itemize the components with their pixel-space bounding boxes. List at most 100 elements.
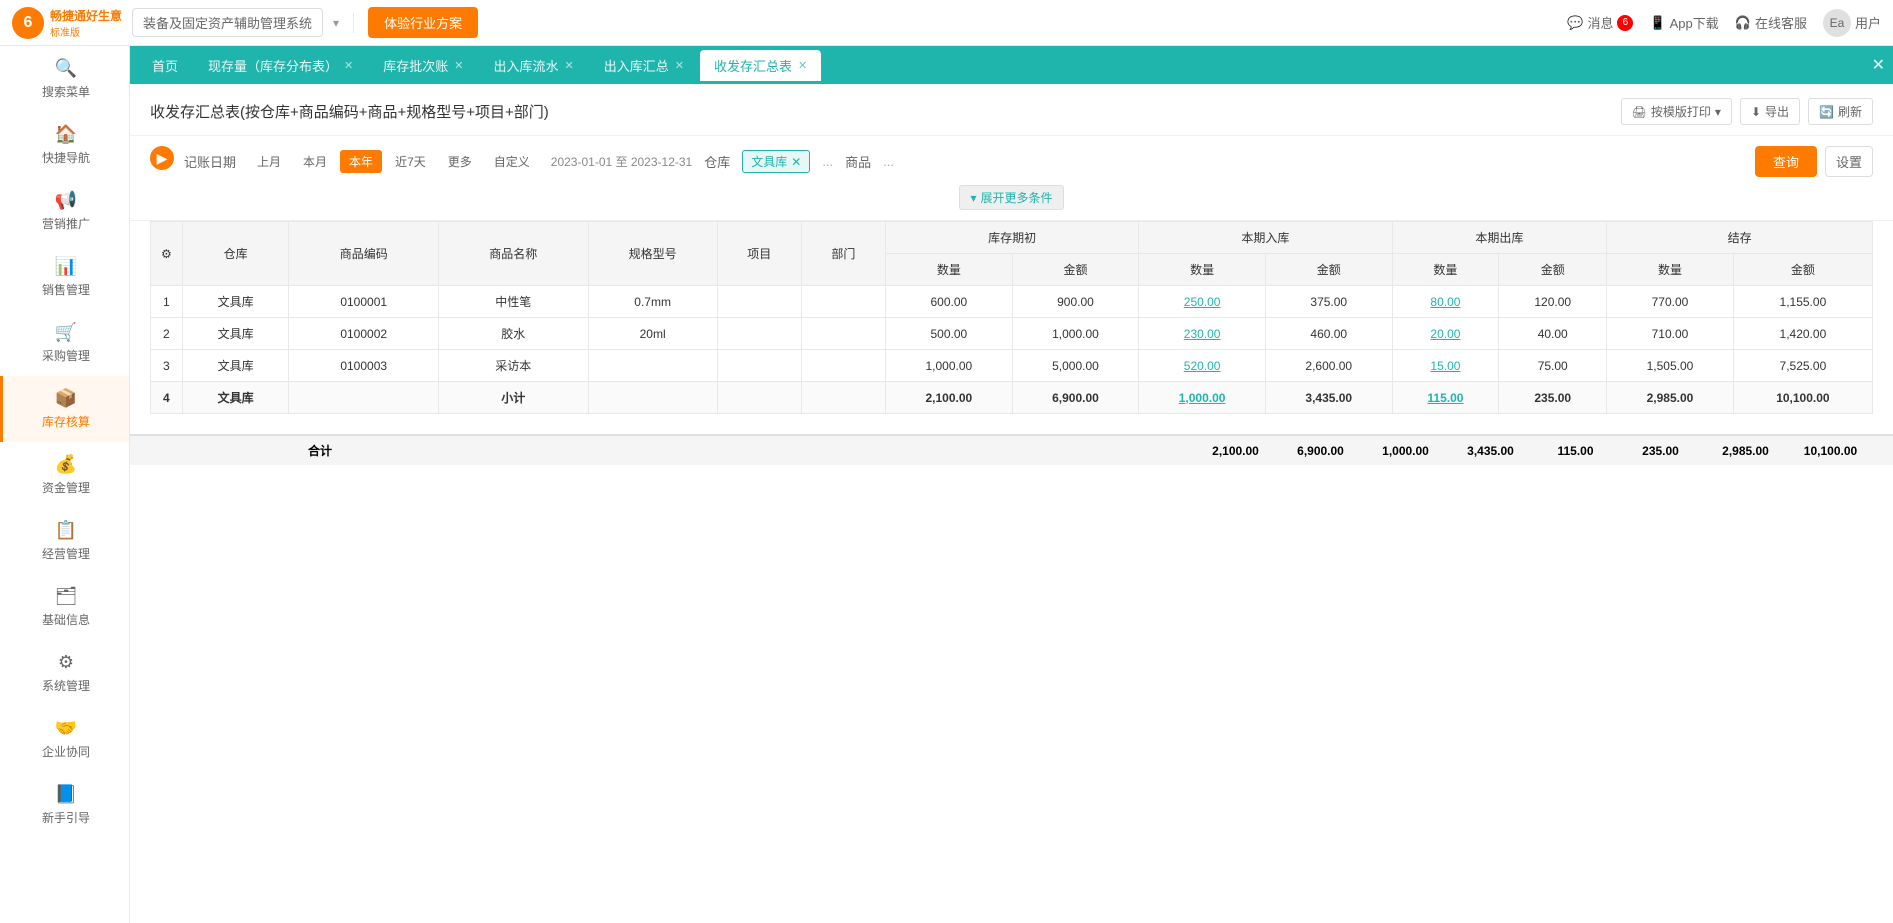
row-in-qty[interactable]: 1,000.00 [1139, 382, 1266, 414]
tab-home[interactable]: 首页 [138, 50, 192, 81]
row-out-qty[interactable]: 20.00 [1392, 318, 1499, 350]
date-btn-more[interactable]: 更多 [439, 150, 481, 173]
app-download-item[interactable]: 📱 App下载 [1649, 13, 1718, 32]
row-open-amt: 6,900.00 [1012, 382, 1139, 414]
tab-batch[interactable]: 库存批次账 ✕ [369, 50, 477, 81]
filter-toggle[interactable]: ▶ [150, 146, 174, 170]
top-bar-left: 6 畅捷通好生意 标准版 装备及固定资产辅助管理系统 ▾ 体验行业方案 [12, 7, 478, 39]
tab-inout-flow[interactable]: 出入库流水 ✕ [479, 50, 587, 81]
sys-dropdown-icon[interactable]: ▾ [333, 16, 339, 30]
message-item[interactable]: 💬 消息 6 [1567, 13, 1633, 32]
warehouse-tag-close[interactable]: ✕ [791, 155, 801, 169]
sidebar-item-sales[interactable]: 📊 销售管理 [0, 244, 129, 310]
sidebar-item-marketing[interactable]: 📢 营销推广 [0, 178, 129, 244]
tab-recv-summary[interactable]: 收发存汇总表 ✕ [700, 50, 821, 81]
sidebar-item-purchase[interactable]: 🛒 采购管理 [0, 310, 129, 376]
row-out-qty[interactable]: 80.00 [1392, 286, 1499, 318]
sidebar-item-finance[interactable]: 💰 资金管理 [0, 442, 129, 508]
query-button[interactable]: 查询 [1755, 146, 1817, 177]
page-header: 收发存汇总表(按仓库+商品编码+商品+规格型号+项目+部门) 🖨 按模版打印 ▾… [130, 84, 1893, 136]
table-wrap: ⚙ 仓库 商品编码 商品名称 规格型号 项目 部门 库存期初 本期入库 本期出库 [130, 221, 1893, 434]
date-btn-custom[interactable]: 自定义 [485, 150, 539, 173]
row-in-qty[interactable]: 230.00 [1139, 318, 1266, 350]
row-close-amt: 10,100.00 [1733, 382, 1872, 414]
sidebar-item-search[interactable]: 🔍 搜索菜单 [0, 46, 129, 112]
tab-close-inout-flow[interactable]: ✕ [565, 59, 574, 72]
tab-close-inout-summary[interactable]: ✕ [675, 59, 684, 72]
row-close-amt: 1,420.00 [1733, 318, 1872, 350]
row-close-amt: 1,155.00 [1733, 286, 1872, 318]
row-out-qty-link[interactable]: 80.00 [1430, 295, 1460, 309]
settings-button[interactable]: 设置 [1825, 146, 1873, 177]
total-in-amt: 3,435.00 [1448, 444, 1533, 458]
date-btn-this-year[interactable]: 本年 [340, 150, 382, 173]
row-goods-code: 0100002 [289, 318, 439, 350]
sidebar-item-guide[interactable]: 📘 新手引导 [0, 772, 129, 838]
date-btn-last-month[interactable]: 上月 [248, 150, 290, 173]
col-goods-spec-header: 规格型号 [588, 222, 717, 286]
user-item[interactable]: Ea 用户 [1823, 9, 1881, 37]
print-dropdown-icon: ▾ [1715, 105, 1721, 119]
row-goods-name: 中性笔 [439, 286, 589, 318]
online-support-item[interactable]: 🎧 在线客服 [1735, 13, 1807, 32]
tab-close-inventory-dist[interactable]: ✕ [344, 59, 353, 72]
sidebar-item-inventory[interactable]: 📦 库存核算 [0, 376, 129, 442]
warehouse-more[interactable]: ... [822, 154, 833, 169]
tab-bar-close[interactable]: ✕ [1872, 55, 1885, 75]
sidebar-item-quick[interactable]: 🏠 快捷导航 [0, 112, 129, 178]
col-settings-header[interactable]: ⚙ [151, 222, 183, 286]
refresh-button[interactable]: 🔄 刷新 [1808, 98, 1873, 125]
row-project [717, 318, 801, 350]
top-bar-right: 💬 消息 6 📱 App下载 🎧 在线客服 Ea 用户 [1567, 9, 1881, 37]
date-btn-this-month[interactable]: 本月 [294, 150, 336, 173]
row-goods-name: 采访本 [439, 350, 589, 382]
row-in-amt: 2,600.00 [1265, 350, 1392, 382]
row-out-qty-link[interactable]: 20.00 [1430, 327, 1460, 341]
row-in-qty[interactable]: 250.00 [1139, 286, 1266, 318]
total-values: 2,100.00 6,900.00 1,000.00 3,435.00 115.… [490, 444, 1873, 458]
row-in-qty-link[interactable]: 1,000.00 [1179, 391, 1226, 405]
row-goods-name: 小计 [439, 382, 589, 414]
message-icon: 💬 [1567, 15, 1583, 31]
row-in-amt: 460.00 [1265, 318, 1392, 350]
row-in-qty-link[interactable]: 250.00 [1184, 295, 1221, 309]
row-goods-spec: 0.7mm [588, 286, 717, 318]
tab-close-recv-summary[interactable]: ✕ [798, 59, 807, 72]
sidebar-item-collab[interactable]: 🤝 企业协同 [0, 706, 129, 772]
row-out-amt: 120.00 [1499, 286, 1607, 318]
print-button[interactable]: 🖨 按模版打印 ▾ [1621, 98, 1732, 125]
row-open-amt: 5,000.00 [1012, 350, 1139, 382]
goods-more[interactable]: ... [883, 154, 894, 169]
col-goods-code-header: 商品编码 [289, 222, 439, 286]
col-in-qty-header: 数量 [1139, 254, 1266, 286]
row-out-qty-link[interactable]: 15.00 [1430, 359, 1460, 373]
sidebar-item-basic[interactable]: 🗂 基础信息 [0, 574, 129, 640]
row-out-qty-link[interactable]: 115.00 [1427, 391, 1463, 405]
row-in-qty-link[interactable]: 520.00 [1184, 359, 1221, 373]
operations-icon: 📋 [55, 520, 77, 541]
page-title: 收发存汇总表(按仓库+商品编码+商品+规格型号+项目+部门) [150, 101, 549, 122]
tab-inout-summary[interactable]: 出入库汇总 ✕ [590, 50, 698, 81]
sidebar-item-operations[interactable]: 📋 经营管理 [0, 508, 129, 574]
expand-more-button[interactable]: ▾ 展开更多条件 [959, 185, 1063, 210]
row-in-qty-link[interactable]: 230.00 [1184, 327, 1221, 341]
row-out-qty[interactable]: 15.00 [1392, 350, 1499, 382]
row-in-qty[interactable]: 520.00 [1139, 350, 1266, 382]
row-close-qty: 770.00 [1607, 286, 1734, 318]
goods-label: 商品 [845, 152, 871, 171]
col-warehouse-header: 仓库 [182, 222, 289, 286]
tab-close-batch[interactable]: ✕ [454, 59, 463, 72]
home-icon: 🏠 [55, 124, 77, 145]
col-open-amt-header: 金额 [1012, 254, 1139, 286]
trial-button[interactable]: 体验行业方案 [368, 7, 478, 38]
date-btn-7days[interactable]: 近7天 [386, 150, 435, 173]
row-out-qty[interactable]: 115.00 [1392, 382, 1499, 414]
row-open-qty: 2,100.00 [886, 382, 1013, 414]
row-project [717, 382, 801, 414]
inventory-icon: 📦 [55, 388, 77, 409]
row-out-amt: 40.00 [1499, 318, 1607, 350]
export-button[interactable]: ⬇ 导出 [1740, 98, 1800, 125]
warehouse-tag: 文具库 ✕ [742, 150, 810, 173]
sidebar-item-system[interactable]: ⚙ 系统管理 [0, 640, 129, 706]
tab-inventory-dist[interactable]: 现存量（库存分布表） ✕ [194, 50, 367, 81]
